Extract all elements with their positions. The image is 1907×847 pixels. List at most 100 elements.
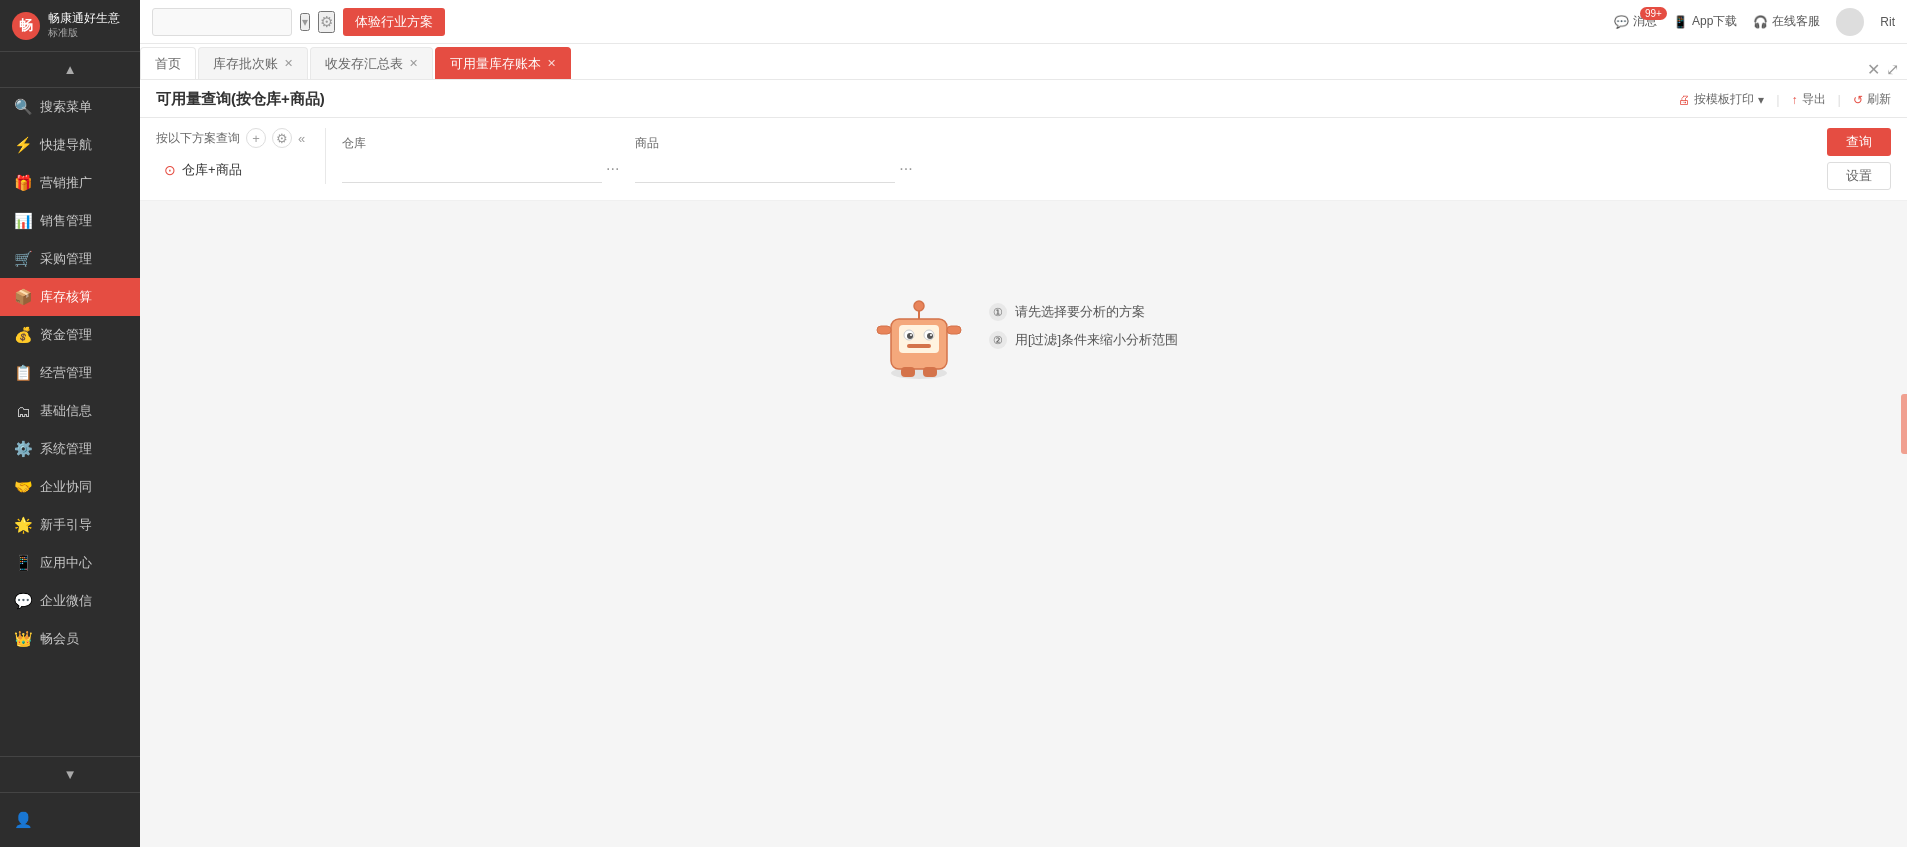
sidebar-scroll-down[interactable]: ▼ (0, 761, 140, 788)
topbar-app-download[interactable]: 📱 App下载 (1673, 13, 1737, 30)
tab-expand-btn[interactable]: ⤢ (1886, 60, 1899, 79)
product-more-btn[interactable]: ··· (899, 160, 912, 178)
sidebar-item-appcenter[interactable]: 📱 应用中心 (0, 544, 140, 582)
warehouse-label: 仓库 (342, 135, 619, 152)
filter-area: 按以下方案查询 + ⚙ « ⊙ 仓库+商品 仓库 ··· (140, 118, 1907, 201)
wechat-icon: 💬 (14, 592, 32, 610)
page-header: 可用量查询(按仓库+商品) 🖨 按模板打印 ▾ | ↑ 导出 | ↺ 刷新 (140, 80, 1907, 118)
tab-batch[interactable]: 库存批次账 ✕ (198, 47, 308, 79)
app-name: 畅康通好生意 (48, 11, 120, 27)
product-label: 商品 (635, 135, 912, 152)
sidebar-item-operations[interactable]: 📋 经营管理 (0, 354, 140, 392)
topbar-service-btn[interactable]: 🎧 在线客服 (1753, 13, 1820, 30)
sidebar-item-user[interactable]: 👤 (0, 801, 140, 839)
sidebar-item-marketing[interactable]: 🎁 营销推广 (0, 164, 140, 202)
empty-state: ① 请先选择要分析的方案 ② 用[过滤]条件来缩小分析范围 (140, 201, 1907, 451)
sidebar-item-sales[interactable]: 📊 销售管理 (0, 202, 140, 240)
svg-rect-12 (877, 326, 891, 334)
sidebar-logo: 畅 畅康通好生意 标准版 (0, 0, 140, 52)
scheme-item-label: 仓库+商品 (182, 161, 242, 179)
topbar-dropdown-btn[interactable]: ▾ (300, 13, 310, 31)
scheme-panel: 按以下方案查询 + ⚙ « ⊙ 仓库+商品 (156, 128, 326, 184)
topbar-right: 💬 消息 99+ 📱 App下载 🎧 在线客服 Rit (1614, 8, 1895, 36)
member-icon: 👑 (14, 630, 32, 648)
sidebar-item-inventory[interactable]: 📦 库存核算 (0, 278, 140, 316)
empty-state-content: ① 请先选择要分析的方案 ② 用[过滤]条件来缩小分析范围 (869, 281, 1178, 371)
empty-illustration (869, 281, 959, 371)
warehouse-more-btn[interactable]: ··· (606, 160, 619, 178)
shortcut-icon: ⚡ (14, 136, 32, 154)
sidebar-item-member[interactable]: 👑 畅会员 (0, 620, 140, 658)
export-btn[interactable]: ↑ 导出 (1792, 91, 1826, 108)
tab-batch-close[interactable]: ✕ (284, 57, 293, 70)
msg-icon: 💬 (1614, 15, 1629, 29)
sidebar-item-enterprise[interactable]: 🤝 企业协同 (0, 468, 140, 506)
user-icon: 👤 (14, 811, 32, 829)
tab-available[interactable]: 可用量库存账本 ✕ (435, 47, 571, 79)
sidebar-item-system[interactable]: ⚙️ 系统管理 (0, 430, 140, 468)
query-btn[interactable]: 查询 (1827, 128, 1891, 156)
robot-svg (869, 281, 969, 381)
inventory-icon: 📦 (14, 288, 32, 306)
svg-rect-15 (923, 367, 937, 377)
system-icon: ⚙️ (14, 440, 32, 458)
sidebar-item-search[interactable]: 🔍 搜索菜单 (0, 88, 140, 126)
sidebar: 畅 畅康通好生意 标准版 ▲ 🔍 搜索菜单 ⚡ 快捷导航 🎁 营销推广 📊 销售… (0, 0, 140, 847)
right-scroll-indicator[interactable] (1901, 394, 1907, 454)
topbar-gear-btn[interactable]: ⚙ (318, 11, 335, 33)
scheme-add-btn[interactable]: + (246, 128, 266, 148)
topbar-industry-btn[interactable]: 体验行业方案 (343, 8, 445, 36)
home-tab-label: 首页 (155, 55, 181, 73)
user-avatar[interactable] (1836, 8, 1864, 36)
logo-icon: 畅 (12, 12, 40, 40)
tab-summary-close[interactable]: ✕ (409, 57, 418, 70)
print-dropdown-icon: ▾ (1758, 93, 1764, 107)
sidebar-item-guide[interactable]: 🌟 新手引导 (0, 506, 140, 544)
sidebar-item-shortcut[interactable]: ⚡ 快捷导航 (0, 126, 140, 164)
warehouse-input[interactable] (342, 155, 602, 183)
topbar-msg-btn[interactable]: 💬 消息 99+ (1614, 13, 1657, 30)
marketing-icon: 🎁 (14, 174, 32, 192)
sidebar-item-finance[interactable]: 💰 资金管理 (0, 316, 140, 354)
content-area: 可用量查询(按仓库+商品) 🖨 按模板打印 ▾ | ↑ 导出 | ↺ 刷新 (140, 80, 1907, 847)
page-title: 可用量查询(按仓库+商品) (156, 90, 325, 109)
tabs-bar: 首页 库存批次账 ✕ 收发存汇总表 ✕ 可用量库存账本 ✕ ✕ ⤢ (140, 44, 1907, 80)
filter-fields: 仓库 ··· 商品 ··· 查询 设置 (326, 128, 1891, 190)
batch-tab-label: 库存批次账 (213, 55, 278, 73)
enterprise-icon: 🤝 (14, 478, 32, 496)
product-input[interactable] (635, 155, 895, 183)
scheme-item-warehouse-product[interactable]: ⊙ 仓库+商品 (156, 156, 315, 184)
svg-rect-14 (901, 367, 915, 377)
hint-item-2: ② 用[过滤]条件来缩小分析范围 (989, 331, 1178, 349)
available-tab-label: 可用量库存账本 (450, 55, 541, 73)
summary-tab-label: 收发存汇总表 (325, 55, 403, 73)
export-icon: ↑ (1792, 93, 1798, 107)
scheme-settings-btn[interactable]: ⚙ (272, 128, 292, 148)
tab-summary[interactable]: 收发存汇总表 ✕ (310, 47, 433, 79)
sidebar-bottom: 👤 (0, 792, 140, 847)
scheme-label: 按以下方案查询 (156, 130, 240, 147)
finance-icon: 💰 (14, 326, 32, 344)
print-template-btn[interactable]: 🖨 按模板打印 ▾ (1678, 91, 1764, 108)
svg-rect-2 (899, 325, 939, 353)
scheme-collapse-btn[interactable]: « (298, 131, 305, 146)
tab-available-close[interactable]: ✕ (547, 57, 556, 70)
sidebar-scroll-up[interactable]: ▲ (0, 56, 140, 83)
tab-close-all-btn[interactable]: ✕ (1867, 60, 1880, 79)
filter-settings-btn[interactable]: 设置 (1827, 162, 1891, 190)
page-actions: 🖨 按模板打印 ▾ | ↑ 导出 | ↺ 刷新 (1678, 91, 1891, 108)
username-label[interactable]: Rit (1880, 15, 1895, 29)
main-area: ▾ ⚙ 体验行业方案 💬 消息 99+ 📱 App下载 🎧 在线客服 Rit (140, 0, 1907, 847)
guide-icon: 🌟 (14, 516, 32, 534)
sidebar-item-basics[interactable]: 🗂 基础信息 (0, 392, 140, 430)
refresh-icon: ↺ (1853, 93, 1863, 107)
print-icon: 🖨 (1678, 93, 1690, 107)
svg-point-5 (907, 333, 913, 339)
hint-text-1: 请先选择要分析的方案 (1015, 303, 1145, 321)
sidebar-item-wechat[interactable]: 💬 企业微信 (0, 582, 140, 620)
topbar-search-input[interactable] (152, 8, 292, 36)
basics-icon: 🗂 (14, 403, 32, 420)
tab-home[interactable]: 首页 (140, 47, 196, 79)
sidebar-item-purchase[interactable]: 🛒 采购管理 (0, 240, 140, 278)
refresh-btn[interactable]: ↺ 刷新 (1853, 91, 1891, 108)
